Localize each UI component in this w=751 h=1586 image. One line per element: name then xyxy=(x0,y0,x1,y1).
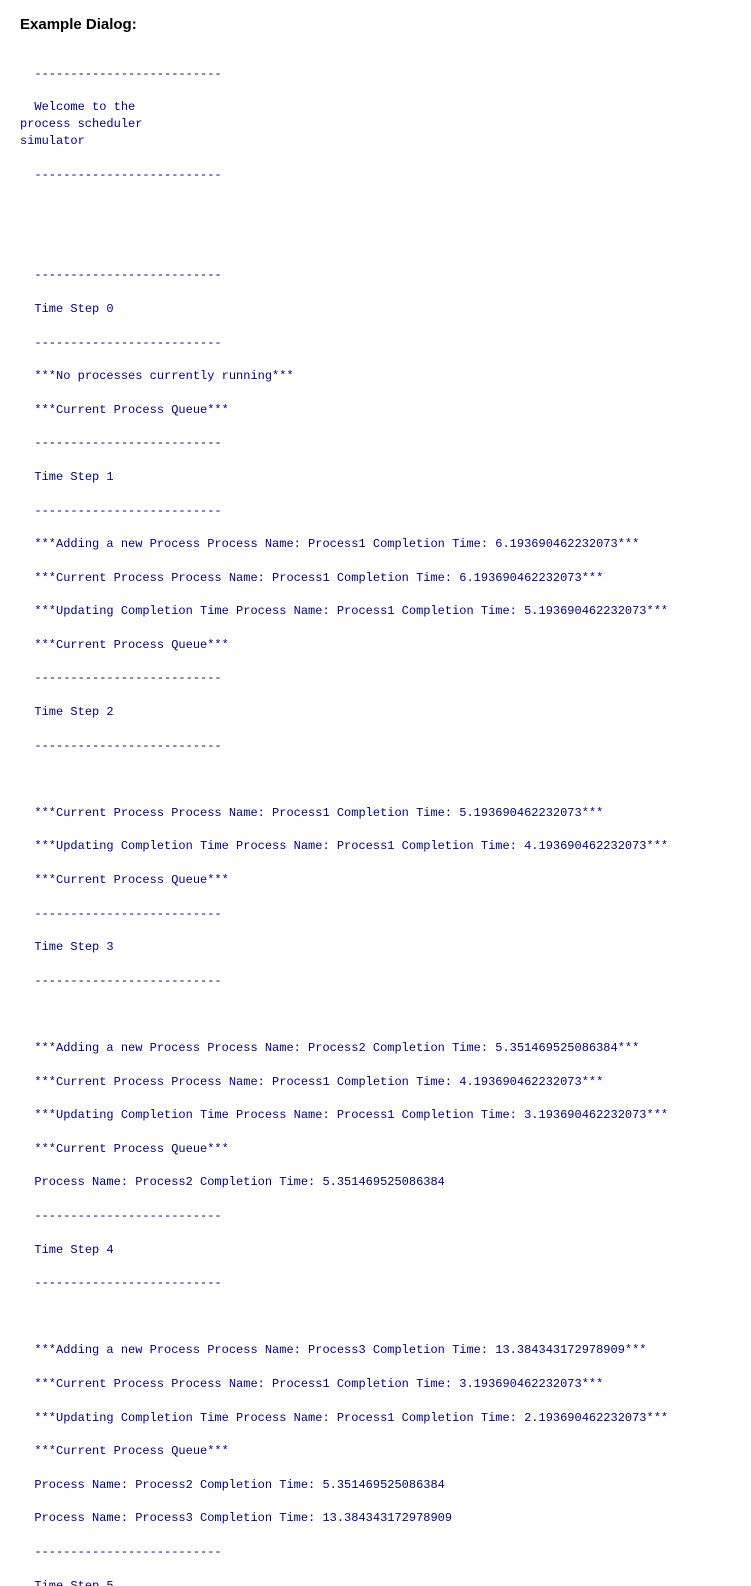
welcome-text: Welcome to theprocess schedulersimulator xyxy=(20,100,142,148)
separator-9: -------------------------- xyxy=(34,974,221,988)
separator-8: -------------------------- xyxy=(34,907,221,921)
queue-process2-a: Process Name: Process2 Completion Time: … xyxy=(34,1175,444,1189)
current-process1-d: ***Current Process Process Name: Process… xyxy=(34,1377,603,1391)
separator-0: -------------------------- xyxy=(34,67,221,81)
timestep-1-label: Time Step 1 xyxy=(34,470,113,484)
page-title: Example Dialog: xyxy=(20,16,731,33)
separator-1: -------------------------- xyxy=(34,168,221,182)
timestep-5-label: Time Step 5 xyxy=(34,1579,113,1586)
update-process1-d: ***Updating Completion Time Process Name… xyxy=(34,1411,668,1425)
separator-6: -------------------------- xyxy=(34,671,221,685)
update-process1-b: ***Updating Completion Time Process Name… xyxy=(34,839,668,853)
add-process3: ***Adding a new Process Process Name: Pr… xyxy=(34,1343,646,1357)
timestep-3-label: Time Step 3 xyxy=(34,940,113,954)
separator-5: -------------------------- xyxy=(34,504,221,518)
current-process1-a: ***Current Process Process Name: Process… xyxy=(34,571,603,585)
add-process1: ***Adding a new Process Process Name: Pr… xyxy=(34,537,639,551)
queue-process3-a: Process Name: Process3 Completion Time: … xyxy=(34,1511,452,1525)
timestep-4-label: Time Step 4 xyxy=(34,1243,113,1257)
separator-12: -------------------------- xyxy=(34,1545,221,1559)
timestep-2-label: Time Step 2 xyxy=(34,705,113,719)
content-area: -------------------------- Welcome to th… xyxy=(20,49,731,1586)
current-queue-2: ***Current Process Queue*** xyxy=(34,873,228,887)
add-process2: ***Adding a new Process Process Name: Pr… xyxy=(34,1041,639,1055)
separator-4: -------------------------- xyxy=(34,436,221,450)
separator-3: -------------------------- xyxy=(34,336,221,350)
current-process1-c: ***Current Process Process Name: Process… xyxy=(34,1075,603,1089)
update-process1-c: ***Updating Completion Time Process Name… xyxy=(34,1108,668,1122)
current-queue-4: ***Current Process Queue*** xyxy=(34,1444,228,1458)
no-processes: ***No processes currently running*** xyxy=(34,369,293,383)
current-queue-0: ***Current Process Queue*** xyxy=(34,403,228,417)
current-process1-b: ***Current Process Process Name: Process… xyxy=(34,806,603,820)
timestep-0-label: Time Step 0 xyxy=(34,302,113,316)
current-queue-1: ***Current Process Queue*** xyxy=(34,638,228,652)
queue-process2-b: Process Name: Process2 Completion Time: … xyxy=(34,1478,444,1492)
current-queue-3: ***Current Process Queue*** xyxy=(34,1142,228,1156)
update-process1-a: ***Updating Completion Time Process Name… xyxy=(34,604,668,618)
separator-7: -------------------------- xyxy=(34,739,221,753)
separator-10: -------------------------- xyxy=(34,1209,221,1223)
separator-2: -------------------------- xyxy=(34,268,221,282)
separator-11: -------------------------- xyxy=(34,1276,221,1290)
